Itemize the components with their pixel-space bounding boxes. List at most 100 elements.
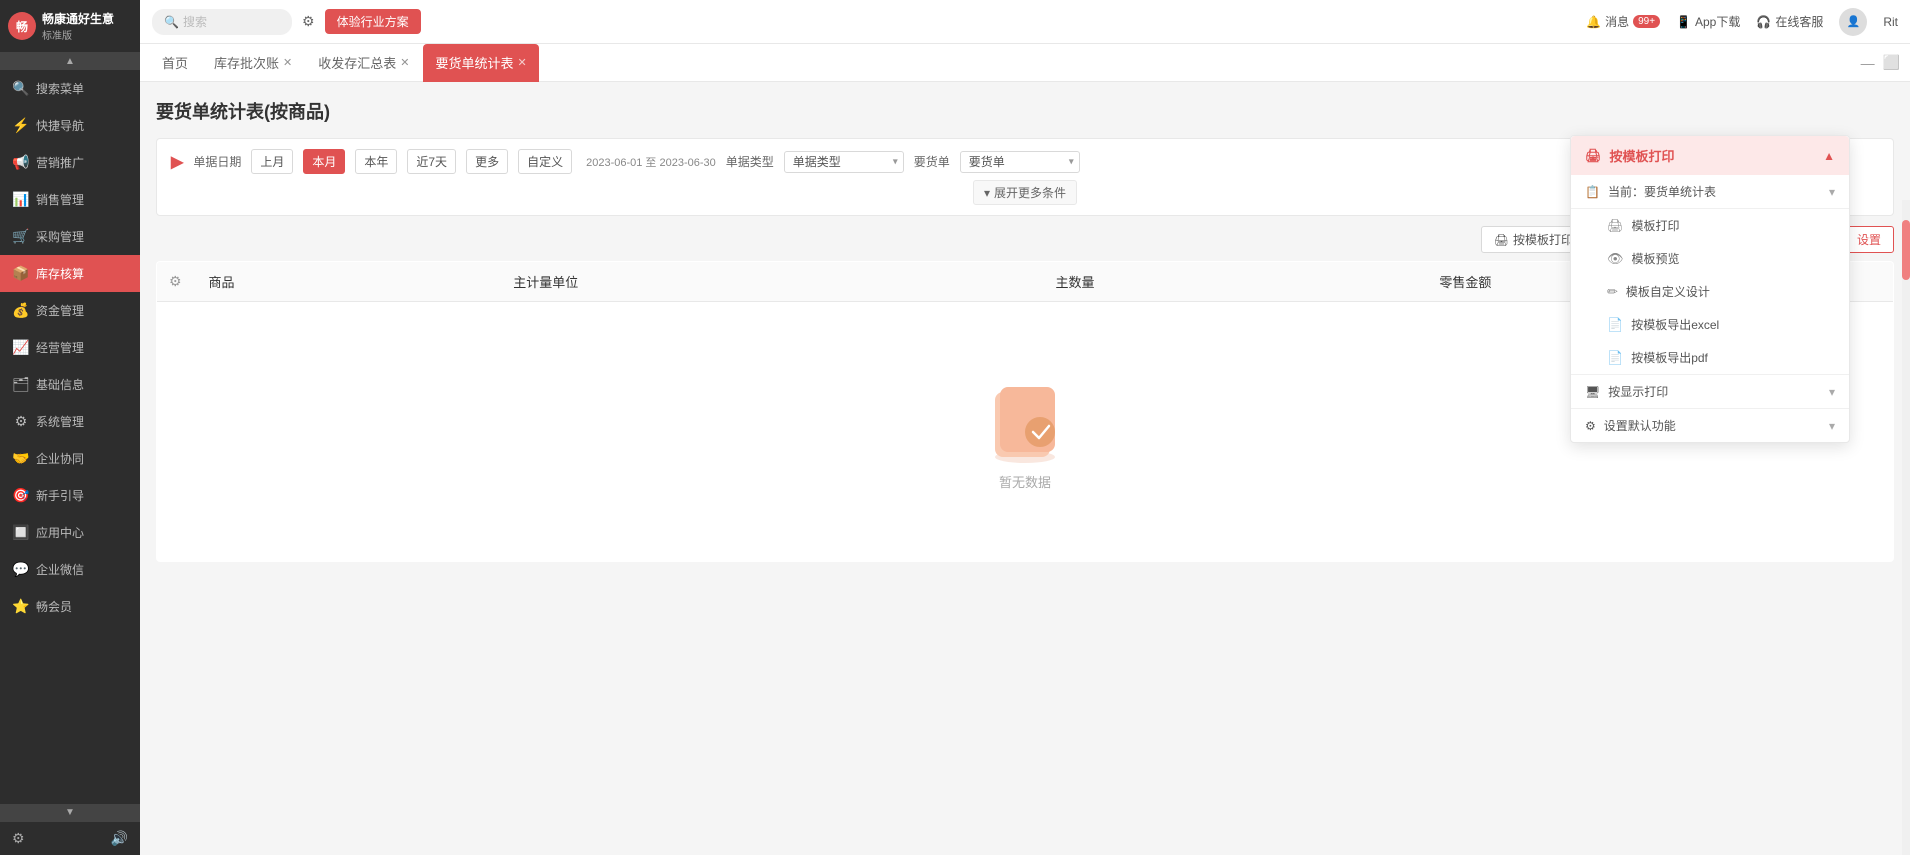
sidebar-item-label: 营销推广 <box>36 154 84 171</box>
tabbar: 首页 库存批次账 ✕ 收发存汇总表 ✕ 要货单统计表 ✕ — ⬜ <box>140 44 1910 82</box>
filter-date-7days[interactable]: 近7天 <box>407 149 456 174</box>
default-func-icon: ⚙ <box>1585 419 1596 433</box>
tab-order-stats[interactable]: 要货单统计表 ✕ <box>423 44 538 82</box>
settings-icon[interactable]: ⚙ <box>12 830 25 847</box>
sidebar-item-label: 搜索菜单 <box>36 80 84 97</box>
tab-batch-label: 库存批次账 <box>214 53 279 72</box>
topbar-right: 🔔 消息 99+ 📱 App下载 🎧 在线客服 👤 Rit <box>1586 8 1898 36</box>
tab-order-stats-close[interactable]: ✕ <box>518 56 527 69</box>
sidebar-item-system[interactable]: ⚙ 系统管理 <box>0 403 140 440</box>
dropdown-item-template-print[interactable]: 🖨 模板打印 <box>1571 209 1849 242</box>
filter-date-custom[interactable]: 自定义 <box>518 149 572 174</box>
dropdown-current-header[interactable]: 📋 当前：要货单统计表 ▾ <box>1571 175 1849 208</box>
dropdown-header[interactable]: 🖨 按模板打印 ▲ <box>1571 136 1849 175</box>
empty-state-icon <box>975 372 1075 472</box>
template-pdf-icon: 📄 <box>1607 350 1623 366</box>
filter-date-this-month[interactable]: 本月 <box>303 149 345 174</box>
table-settings-icon[interactable]: ⚙ <box>169 273 182 289</box>
empty-text: 暂无数据 <box>999 472 1051 491</box>
online-service-label: 在线客服 <box>1775 13 1823 30</box>
right-scrollbar[interactable] <box>1902 200 1910 855</box>
sidebar-logo-text: 畅康通好生意 标准版 <box>42 10 114 42</box>
print-dropdown-menu: 🖨 按模板打印 ▲ 📋 当前：要货单统计表 ▾ 🖨 模板打印 👁 模板预览 ✏ … <box>1570 135 1850 443</box>
tab-home[interactable]: 首页 <box>150 44 200 82</box>
sidebar-item-marketing[interactable]: 📢 营销推广 <box>0 144 140 181</box>
topbar-search-box[interactable]: 🔍 搜索 <box>152 9 292 35</box>
user-avatar[interactable]: 👤 <box>1839 8 1867 36</box>
messages-button[interactable]: 🔔 消息 99+ <box>1586 13 1660 30</box>
tab-batch[interactable]: 库存批次账 ✕ <box>202 44 304 82</box>
sidebar-scroll-up[interactable]: ▲ <box>0 53 140 70</box>
operation-icon: 📈 <box>12 339 30 356</box>
col-header-quantity: 主数量 <box>1043 262 1427 302</box>
shortcut-icon: ⚡ <box>12 117 30 134</box>
app-logo-icon: 畅 <box>8 12 36 40</box>
expand-more-btn[interactable]: ▾ 展开更多条件 <box>973 180 1077 205</box>
sidebar-item-base[interactable]: 🗂 基础信息 <box>0 366 140 403</box>
sidebar-item-label: 畅会员 <box>36 598 72 615</box>
corp-icon: 🤝 <box>12 450 30 467</box>
sidebar-item-inventory[interactable]: 📦 库存核算 <box>0 255 140 292</box>
sidebar-item-vip[interactable]: ⭐ 畅会员 <box>0 588 140 625</box>
filter-date-last-month[interactable]: 上月 <box>251 149 293 174</box>
current-chevron-icon: ▾ <box>1829 185 1835 199</box>
filter-order-type-label: 单据类型 <box>726 153 774 170</box>
dropdown-item-template-pdf[interactable]: 📄 按模板导出pdf <box>1571 341 1849 374</box>
messages-label: 消息 <box>1605 13 1629 30</box>
filter-order-type-select[interactable]: 单据类型 <box>784 151 904 173</box>
display-print-label: 按显示打印 <box>1608 383 1668 400</box>
dropdown-item-template-preview[interactable]: 👁 模板预览 <box>1571 242 1849 275</box>
scrollbar-thumb[interactable] <box>1902 220 1910 280</box>
sidebar-item-sales[interactable]: 📊 销售管理 <box>0 181 140 218</box>
speaker-icon[interactable]: 🔊 <box>111 830 128 847</box>
dropdown-display-header[interactable]: 🖥 按显示打印 ▾ <box>1571 375 1849 408</box>
sidebar-item-operation[interactable]: 📈 经营管理 <box>0 329 140 366</box>
filter-date-range: 2023-06-01 至 2023-06-30 <box>586 154 716 170</box>
filter-date-more[interactable]: 更多 <box>466 149 508 174</box>
expand-btn-label: 展开更多条件 <box>994 184 1066 201</box>
tab-collection[interactable]: 收发存汇总表 ✕ <box>306 44 421 82</box>
dropdown-default-header[interactable]: ⚙ 设置默认功能 ▾ <box>1571 409 1849 442</box>
sidebar-item-finance[interactable]: 💰 资金管理 <box>0 292 140 329</box>
dropdown-item-template-design[interactable]: ✏ 模板自定义设计 <box>1571 275 1849 308</box>
guide-icon: 🎯 <box>12 487 30 504</box>
window-controls: — ⬜ <box>1861 54 1900 71</box>
sidebar-item-label: 基础信息 <box>36 376 84 393</box>
tab-order-stats-label: 要货单统计表 <box>435 53 513 72</box>
tab-batch-close[interactable]: ✕ <box>283 56 292 69</box>
sidebar-item-apps[interactable]: 🔲 应用中心 <box>0 514 140 551</box>
filter-date-this-year[interactable]: 本年 <box>355 149 397 174</box>
headset-icon: 🎧 <box>1756 15 1771 29</box>
dropdown-item-template-excel[interactable]: 📄 按模板导出excel <box>1571 308 1849 341</box>
settings-button[interactable]: 设置 <box>1844 226 1894 253</box>
sidebar-item-label: 经营管理 <box>36 339 84 356</box>
online-service-button[interactable]: 🎧 在线客服 <box>1756 13 1823 30</box>
filter-goods-select[interactable]: 要货单 <box>960 151 1080 173</box>
app-download-button[interactable]: 📱 App下载 <box>1676 13 1740 30</box>
sidebar-scroll-down[interactable]: ▼ <box>0 804 140 821</box>
display-chevron-icon: ▾ <box>1829 385 1835 399</box>
sidebar-item-guide[interactable]: 🎯 新手引导 <box>0 477 140 514</box>
sidebar-item-label: 新手引导 <box>36 487 84 504</box>
col-header-unit: 主计量单位 <box>501 262 1043 302</box>
dropdown-template-section: 🖨 模板打印 👁 模板预览 ✏ 模板自定义设计 📄 按模板导出excel 📄 按… <box>1571 209 1849 375</box>
window-minimize-button[interactable]: — <box>1861 55 1875 71</box>
window-maximize-button[interactable]: ⬜ <box>1883 54 1900 71</box>
sidebar-item-search[interactable]: 🔍 搜索菜单 <box>0 70 140 107</box>
search-icon: 🔍 <box>12 80 30 97</box>
sidebar-logo: 畅 畅康通好生意 标准版 <box>0 0 140 53</box>
sidebar-item-purchase[interactable]: 🛒 采购管理 <box>0 218 140 255</box>
search-icon: 🔍 <box>164 15 179 29</box>
filter-expand-icon[interactable]: ▶ <box>171 152 183 172</box>
messages-badge: 99+ <box>1633 15 1660 28</box>
dropdown-close-chevron[interactable]: ▲ <box>1823 149 1835 163</box>
trial-button[interactable]: 体验行业方案 <box>325 9 421 34</box>
finance-icon: 💰 <box>12 302 30 319</box>
topbar-gear-icon[interactable]: ⚙ <box>302 13 315 30</box>
dropdown-header-left: 🖨 按模板打印 <box>1585 146 1675 165</box>
tab-collection-close[interactable]: ✕ <box>400 56 409 69</box>
topbar-left: 🔍 搜索 ⚙ 体验行业方案 <box>152 9 421 35</box>
sidebar-item-corp[interactable]: 🤝 企业协同 <box>0 440 140 477</box>
sidebar-item-wechat[interactable]: 💬 企业微信 <box>0 551 140 588</box>
sidebar-item-shortcut[interactable]: ⚡ 快捷导航 <box>0 107 140 144</box>
